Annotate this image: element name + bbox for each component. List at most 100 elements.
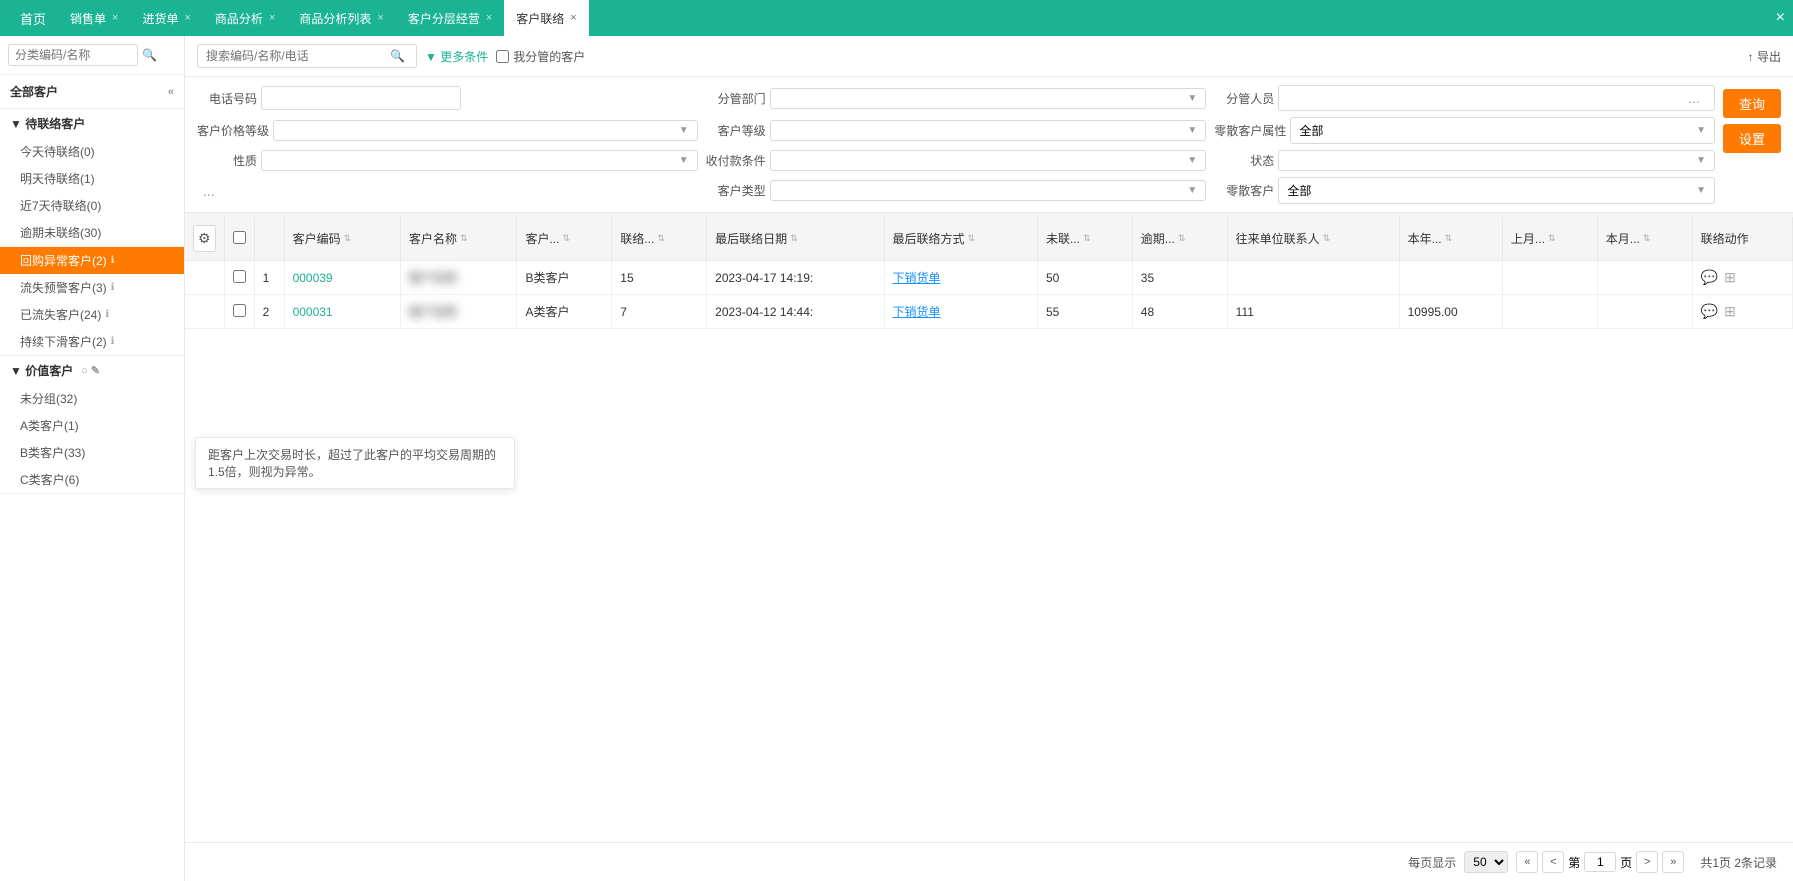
price-level-label: 客户价格等级 (197, 122, 269, 139)
sidebar-all-customers-header[interactable]: 全部客户 « (0, 75, 184, 109)
status-select[interactable]: ▼ (1278, 150, 1715, 171)
value-group-edit-icons[interactable]: ○ ✎ (81, 364, 100, 377)
row2-grid-icon[interactable]: ⊞ (1724, 303, 1736, 320)
my-customers-checkbox[interactable] (496, 50, 509, 63)
phone-input[interactable] (261, 86, 461, 110)
row2-checkbox (224, 295, 254, 329)
more-filters-button[interactable]: ▼ 更多条件 (425, 48, 488, 65)
sidebar-item-class-a[interactable]: A类客户(1) (0, 412, 184, 439)
payment-label: 收付款条件 (706, 152, 766, 169)
retail-attr-select[interactable]: 全部 ▼ (1290, 117, 1715, 144)
col-checkbox (224, 217, 254, 261)
row2-select-checkbox[interactable] (233, 304, 246, 317)
col-overdue[interactable]: 逾期... ⇅ (1132, 217, 1227, 261)
value-group-header[interactable]: ▼ 价值客户 ○ ✎ (0, 356, 184, 385)
col-last-month[interactable]: 上月... ⇅ (1502, 217, 1597, 261)
gender-select[interactable]: ▼ (261, 150, 698, 171)
query-button[interactable]: 查询 (1723, 89, 1781, 118)
page-number-input[interactable] (1584, 852, 1616, 872)
sidebar-item-today-pending[interactable]: 今天待联络(0) (0, 138, 184, 165)
sidebar-item-lost-warning[interactable]: 流失预警客户(3) ℹ (0, 274, 184, 301)
col-unit-contact[interactable]: 往来单位联系人 ⇅ (1227, 217, 1399, 261)
nav-item-product-analysis-list[interactable]: 商品分析列表 × (287, 0, 395, 36)
last-page-button[interactable]: » (1662, 851, 1684, 873)
close-product-analysis-tab[interactable]: × (269, 12, 275, 24)
lost-warning-info-icon[interactable]: ℹ (111, 282, 115, 293)
content-area: 🔍 ▼ 更多条件 我分管的客户 ↑ 导出 电话号码 (185, 36, 1793, 881)
next-page-button[interactable]: > (1636, 851, 1658, 873)
sidebar-item-already-lost[interactable]: 已流失客户(24) ℹ (0, 301, 184, 328)
search-bar-icon[interactable]: 🔍 (390, 49, 405, 63)
row1-code[interactable]: 000039 (284, 261, 400, 295)
close-purchase-tab[interactable]: × (184, 12, 190, 24)
row1-chat-icon[interactable]: 💬 (1701, 269, 1718, 286)
nav-item-customer-contact[interactable]: 客户联络 × (504, 0, 588, 36)
customer-level-select[interactable]: ▼ (770, 120, 1207, 141)
nav-item-product-analysis[interactable]: 商品分析 × (203, 0, 287, 36)
phone-field: 电话号码 (197, 86, 698, 110)
col-this-month[interactable]: 本月... ⇅ (1597, 217, 1692, 261)
col-actions: 联络动作 (1692, 217, 1792, 261)
close-product-analysis-list-tab[interactable]: × (377, 12, 383, 24)
col-settings-icon[interactable]: ⚙ (185, 217, 224, 261)
retail-attr-field: 零散客户属性 全部 ▼ (1214, 117, 1715, 144)
sidebar-item-class-b[interactable]: B类客户(33) (0, 439, 184, 466)
col-last-contact-method[interactable]: 最后联络方式 ⇅ (884, 217, 1037, 261)
col-last-contact-date[interactable]: 最后联络日期 ⇅ (707, 217, 884, 261)
nav-item-home[interactable]: 首页 (8, 0, 58, 36)
export-button[interactable]: ↑ 导出 (1748, 48, 1781, 65)
col-code[interactable]: 客户编码 ⇅ (284, 217, 400, 261)
col-this-year[interactable]: 本年... ⇅ (1399, 217, 1502, 261)
sidebar-item-7day-pending[interactable]: 近7天待联络(0) (0, 192, 184, 219)
row2-code[interactable]: 000031 (284, 295, 400, 329)
sidebar-item-class-c[interactable]: C类客户(6) (0, 466, 184, 493)
sidebar-item-unclassified[interactable]: 未分组(32) (0, 385, 184, 412)
settings-button[interactable]: 设置 (1723, 124, 1781, 153)
prev-page-button[interactable]: < (1542, 851, 1564, 873)
col-not-contacted[interactable]: 未联... ⇅ (1037, 217, 1132, 261)
sidebar-item-tomorrow-pending[interactable]: 明天待联络(1) (0, 165, 184, 192)
row1-method-link[interactable]: 下销货单 (893, 271, 941, 285)
already-lost-info-icon[interactable]: ℹ (105, 309, 109, 320)
manager-select[interactable]: ... (1278, 85, 1715, 111)
nav-item-sales[interactable]: 销售单 × (58, 0, 130, 36)
per-page-select[interactable]: 50 (1464, 851, 1508, 873)
col-name[interactable]: 客户名称 ⇅ (401, 217, 517, 261)
manager-dots-icon[interactable]: ... (1682, 90, 1706, 106)
row2-method-link[interactable]: 下销货单 (893, 305, 941, 319)
row1-last-contact-method[interactable]: 下销货单 (884, 261, 1037, 295)
pending-contact-header[interactable]: ▼ 待联络客户 (0, 109, 184, 138)
row1-last-contact-date: 2023-04-17 14:19: (707, 261, 884, 295)
price-level-select[interactable]: ▼ (273, 120, 698, 141)
sidebar-search-input[interactable] (8, 44, 138, 66)
dept-select[interactable]: ▼ (770, 88, 1207, 109)
close-customer-contact-tab[interactable]: × (570, 12, 576, 24)
row2-last-contact-method[interactable]: 下销货单 (884, 295, 1037, 329)
row2-chat-icon[interactable]: 💬 (1701, 303, 1718, 320)
payment-chevron-icon: ▼ (1187, 155, 1197, 166)
sidebar-item-repurchase-anomaly[interactable]: 回购异常客户(2) ℹ (0, 247, 184, 274)
select-all-checkbox[interactable] (233, 231, 246, 244)
declining-info-icon[interactable]: ℹ (111, 336, 115, 347)
search-input[interactable] (206, 49, 386, 63)
close-customer-tier-tab[interactable]: × (486, 12, 492, 24)
row1-select-checkbox[interactable] (233, 270, 246, 283)
sidebar-collapse-button[interactable]: « (168, 86, 174, 98)
col-contact[interactable]: 联络... ⇅ (612, 217, 707, 261)
repurchase-anomaly-info-icon[interactable]: ℹ (111, 255, 115, 266)
sidebar-search-icon[interactable]: 🔍 (142, 48, 157, 62)
close-sales-tab[interactable]: × (112, 12, 118, 24)
customer-type-select[interactable]: ▼ (770, 180, 1207, 201)
more-fields-dots[interactable]: ... (197, 183, 221, 199)
table-settings-button[interactable]: ⚙ (193, 225, 216, 252)
sidebar-item-overdue-pending[interactable]: 逾期未联络(30) (0, 219, 184, 246)
window-close-button[interactable]: × (1776, 9, 1785, 27)
first-page-button[interactable]: « (1516, 851, 1538, 873)
payment-select[interactable]: ▼ (770, 150, 1207, 171)
row1-grid-icon[interactable]: ⊞ (1724, 269, 1736, 286)
retail-customer-select[interactable]: 全部 ▼ (1278, 177, 1715, 204)
sidebar-item-declining[interactable]: 持续下滑客户(2) ℹ (0, 328, 184, 355)
nav-item-customer-tier[interactable]: 客户分层经营 × (396, 0, 504, 36)
nav-item-purchase[interactable]: 进货单 × (130, 0, 202, 36)
col-customer-type[interactable]: 客户... ⇅ (517, 217, 612, 261)
